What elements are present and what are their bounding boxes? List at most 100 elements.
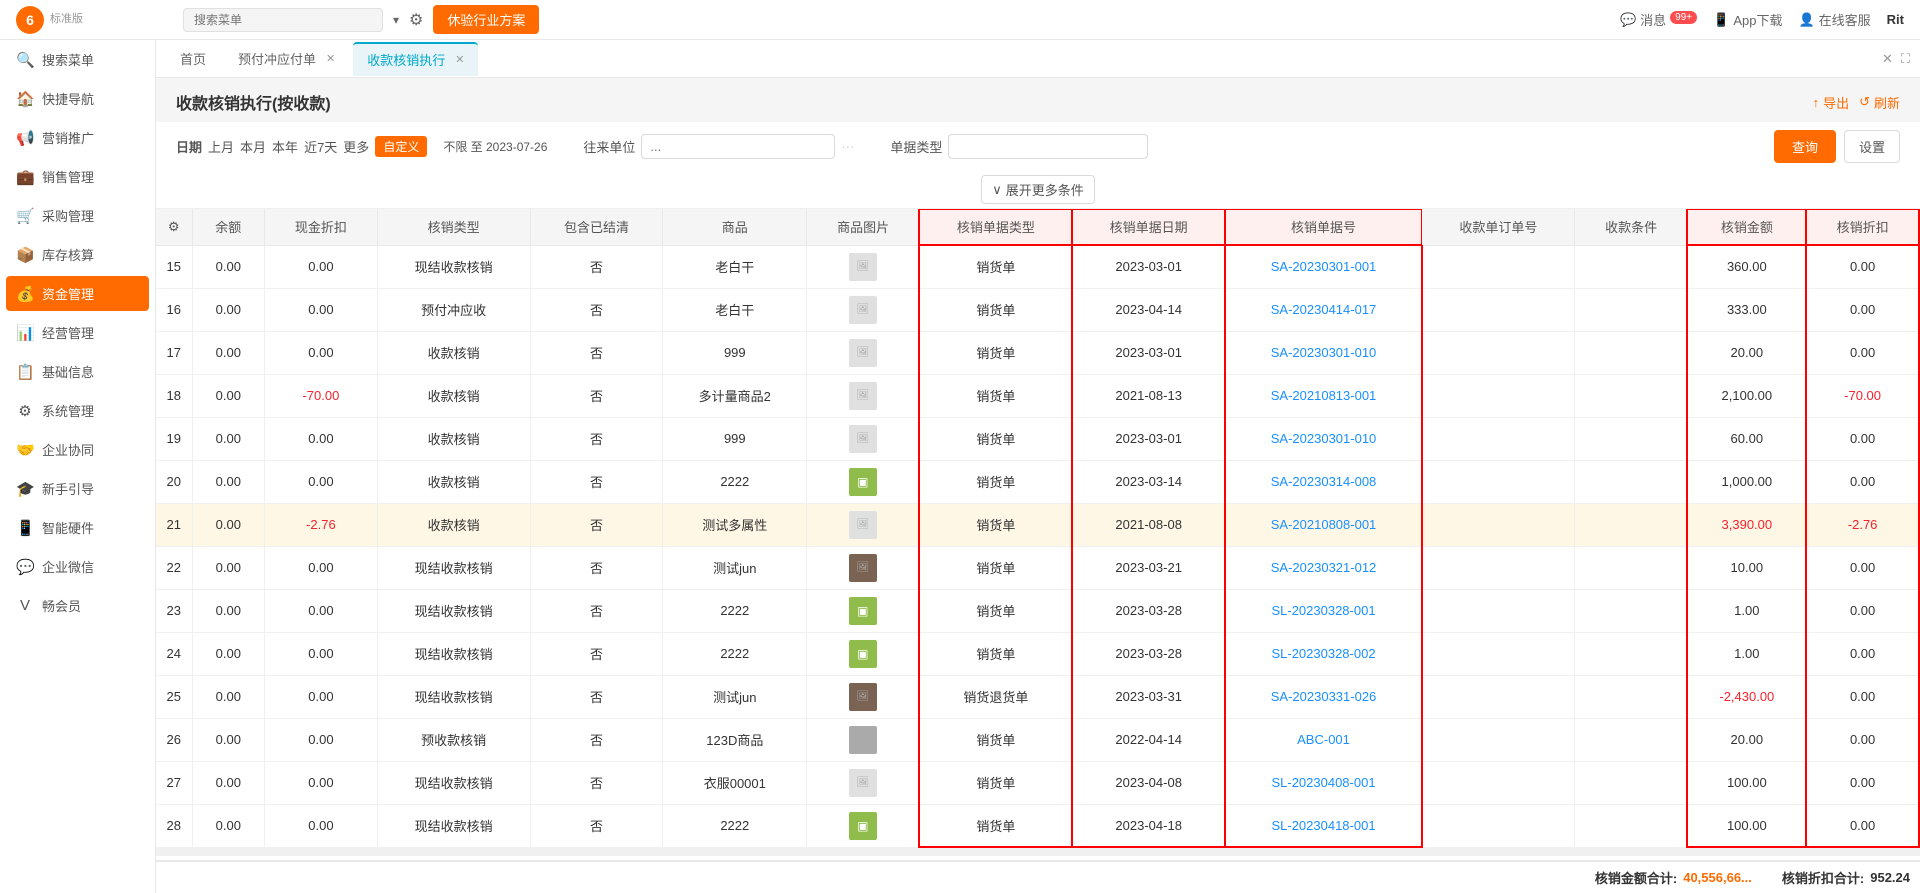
cell-amount: 60.00 bbox=[1687, 417, 1806, 460]
table-row: 25 0.00 0.00 现结收款核销 否 测试jun 🖼 销货退货单 2023… bbox=[156, 675, 1919, 718]
last-month-btn[interactable]: 上月 bbox=[208, 137, 234, 156]
sidebar-item-inventory[interactable]: 📦 库存核算 bbox=[0, 235, 155, 274]
doc-no-link[interactable]: SL-20230418-001 bbox=[1271, 818, 1375, 833]
page-title: 收款核销执行(按收款) bbox=[176, 90, 331, 114]
cell-goods-img: 🖼 bbox=[807, 761, 920, 804]
online-service-btn[interactable]: 👤 在线客服 bbox=[1798, 10, 1870, 29]
cell-condition bbox=[1575, 331, 1688, 374]
close-window-icon[interactable]: ✕ bbox=[1882, 51, 1893, 67]
this-month-btn[interactable]: 本月 bbox=[240, 137, 266, 156]
sidebar-item-finance[interactable]: 💰 资金管理 bbox=[6, 276, 149, 311]
doc-no-link[interactable]: SA-20230321-012 bbox=[1271, 560, 1377, 575]
doc-no-link[interactable]: ABC-001 bbox=[1297, 732, 1350, 747]
industry-button[interactable]: 休验行业方案 bbox=[433, 5, 539, 34]
doc-no-link[interactable]: SA-20230301-001 bbox=[1271, 259, 1377, 274]
doc-no-link[interactable]: SA-20210808-001 bbox=[1271, 517, 1377, 532]
cell-discount: 0.00 bbox=[1806, 460, 1919, 503]
more-date-btn[interactable]: 更多 bbox=[343, 137, 369, 156]
user-name[interactable]: Rit bbox=[1887, 12, 1904, 27]
cell-goods-img: ▣ bbox=[807, 632, 920, 675]
sidebar-item-member[interactable]: V 畅会员 bbox=[0, 586, 155, 625]
cell-cash-discount: 0.00 bbox=[265, 589, 378, 632]
query-button[interactable]: 查询 bbox=[1774, 130, 1836, 163]
doc-no-link[interactable]: SA-20230331-026 bbox=[1271, 689, 1377, 704]
cell-condition bbox=[1575, 460, 1688, 503]
cell-condition bbox=[1575, 632, 1688, 675]
sidebar-item-guide[interactable]: 🎓 新手引导 bbox=[0, 469, 155, 508]
doc-no-link[interactable]: SL-20230408-001 bbox=[1271, 775, 1375, 790]
cell-no: 23 bbox=[156, 589, 192, 632]
tab-close-writeoff[interactable]: ✕ bbox=[455, 53, 464, 66]
doc-no-link[interactable]: SA-20210813-001 bbox=[1271, 388, 1377, 403]
guide-icon: 🎓 bbox=[16, 480, 34, 498]
tab-close-prepay[interactable]: ✕ bbox=[326, 52, 335, 65]
th-order-no: 收款单订单号 bbox=[1422, 209, 1575, 245]
sidebar-item-nav[interactable]: 🏠 快捷导航 bbox=[0, 79, 155, 118]
cell-discount: 0.00 bbox=[1806, 675, 1919, 718]
logo-text: 畅捷通谱好生意 标准版 bbox=[50, 13, 83, 26]
cell-settled: 否 bbox=[530, 675, 663, 718]
cell-doc-no: SL-20230328-002 bbox=[1225, 632, 1422, 675]
sidebar-item-system[interactable]: ⚙ 系统管理 bbox=[0, 391, 155, 430]
tab-prepay[interactable]: 预付冲应付单 ✕ bbox=[224, 42, 349, 76]
cell-doc-date: 2023-03-01 bbox=[1072, 417, 1225, 460]
expand-button[interactable]: ∨ 展开更多条件 bbox=[981, 175, 1095, 204]
th-goods: 商品 bbox=[663, 209, 807, 245]
sidebar-item-corp[interactable]: 🤝 企业协同 bbox=[0, 430, 155, 469]
th-settings[interactable]: ⚙ bbox=[156, 209, 192, 245]
export-button[interactable]: ↑ 导出 bbox=[1813, 93, 1850, 112]
last7-btn[interactable]: 近7天 bbox=[304, 137, 337, 156]
sidebar-item-search[interactable]: 🔍 搜索菜单 bbox=[0, 40, 155, 79]
dropdown-btn[interactable]: ▾ bbox=[393, 13, 399, 27]
doc-no-link[interactable]: SA-20230301-010 bbox=[1271, 431, 1377, 446]
gear-icon[interactable]: ⚙ bbox=[409, 10, 423, 30]
tab-writeoff[interactable]: 收款核销执行 ✕ bbox=[353, 42, 478, 76]
doc-no-link[interactable]: SA-20230301-010 bbox=[1271, 345, 1377, 360]
sidebar-item-operations[interactable]: 📊 经营管理 bbox=[0, 313, 155, 352]
sidebar-item-sales[interactable]: 💼 销售管理 bbox=[0, 157, 155, 196]
type-select[interactable] bbox=[948, 134, 1148, 159]
message-btn[interactable]: 💬 消息 99+ bbox=[1620, 10, 1697, 29]
maximize-icon[interactable]: ⛶ bbox=[1901, 51, 1910, 67]
cell-doc-date: 2022-04-14 bbox=[1072, 718, 1225, 761]
cell-type: 收款核销 bbox=[377, 331, 530, 374]
doc-no-link[interactable]: SL-20230328-001 bbox=[1271, 603, 1375, 618]
type-label: 单据类型 bbox=[890, 137, 942, 156]
cell-type: 收款核销 bbox=[377, 417, 530, 460]
search-input[interactable] bbox=[183, 8, 383, 32]
cell-no: 26 bbox=[156, 718, 192, 761]
sidebar-item-marketing[interactable]: 📢 营销推广 bbox=[0, 118, 155, 157]
top-center: ▾ ⚙ 休验行业方案 bbox=[183, 5, 1608, 34]
doc-no-link[interactable]: SA-20230414-017 bbox=[1271, 302, 1377, 317]
refresh-button[interactable]: ↺ 刷新 bbox=[1859, 93, 1900, 112]
cell-settled: 否 bbox=[530, 589, 663, 632]
scrollbar[interactable] bbox=[156, 848, 1920, 856]
tab-home[interactable]: 首页 bbox=[166, 42, 220, 76]
cell-condition bbox=[1575, 374, 1688, 417]
sidebar-item-wechat[interactable]: 💬 企业微信 bbox=[0, 547, 155, 586]
logo-area: 6 畅捷通谱好生意 标准版 bbox=[16, 6, 171, 34]
source-input[interactable] bbox=[641, 134, 835, 159]
cell-settled: 否 bbox=[530, 374, 663, 417]
cell-type: 现结收款核销 bbox=[377, 589, 530, 632]
app-download-btn[interactable]: 📱 App下载 bbox=[1713, 10, 1782, 29]
sidebar-item-hardware[interactable]: 📱 智能硬件 bbox=[0, 508, 155, 547]
this-year-btn[interactable]: 本年 bbox=[272, 137, 298, 156]
product-img: ▣ bbox=[849, 597, 877, 625]
cell-order-no bbox=[1422, 589, 1575, 632]
setting-button[interactable]: 设置 bbox=[1844, 130, 1900, 163]
sidebar-item-basic-info[interactable]: 📋 基础信息 bbox=[0, 352, 155, 391]
message-icon: 💬 bbox=[1620, 12, 1636, 28]
purchase-icon: 🛒 bbox=[16, 207, 34, 225]
cell-doc-type: 销货单 bbox=[919, 589, 1072, 632]
doc-no-link[interactable]: SA-20230314-008 bbox=[1271, 474, 1377, 489]
cell-type: 现结收款核销 bbox=[377, 804, 530, 847]
cell-doc-no: ABC-001 bbox=[1225, 718, 1422, 761]
home-icon: 🏠 bbox=[16, 90, 34, 108]
sidebar-item-purchase[interactable]: 🛒 采购管理 bbox=[0, 196, 155, 235]
cell-no: 18 bbox=[156, 374, 192, 417]
doc-no-link[interactable]: SL-20230328-002 bbox=[1271, 646, 1375, 661]
cell-type: 现结收款核销 bbox=[377, 632, 530, 675]
custom-date-btn[interactable]: 自定义 bbox=[375, 136, 427, 157]
cell-condition bbox=[1575, 417, 1688, 460]
